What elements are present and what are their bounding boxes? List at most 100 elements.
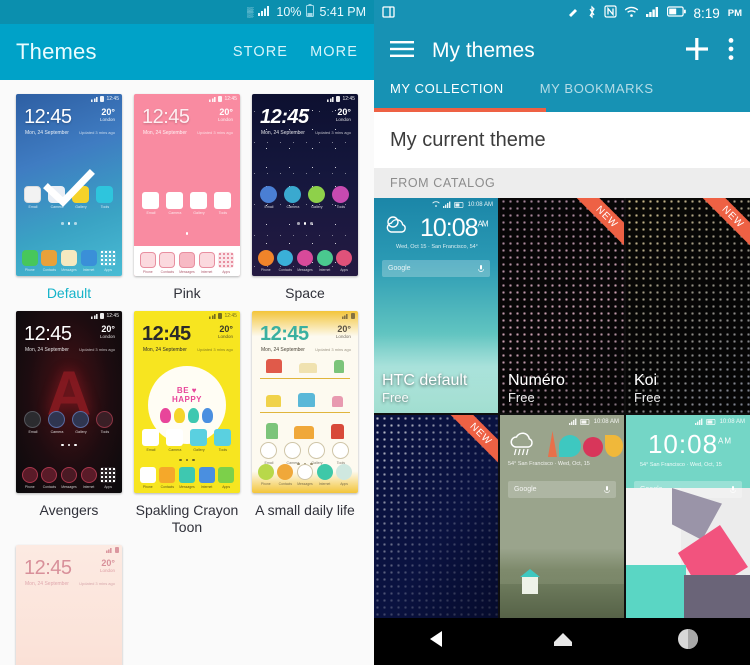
hamburger-menu-icon[interactable] xyxy=(390,40,414,63)
google-search-bar[interactable]: Google xyxy=(382,260,490,277)
theme-card-partial[interactable]: 12:45 Mon, 24 September 20° London Update… xyxy=(10,539,128,665)
google-search-bar[interactable]: Google xyxy=(507,481,616,498)
theme-card-crayon-toon[interactable]: 12:45 12:45 Mon, 24 September 20° London … xyxy=(128,305,246,539)
mini-updated: Updated 3 mins ago xyxy=(79,346,115,352)
mini-app-row: Email Camera Gallery Tools xyxy=(252,186,358,209)
weather-cloud-sun-icon xyxy=(386,216,406,233)
catalog-item-price: Free xyxy=(382,390,409,405)
mini-clock: 12:45 xyxy=(259,106,309,128)
catalog-item-blue-dots[interactable]: NEW xyxy=(374,415,498,630)
catalog-item-label: HTC default Free xyxy=(382,372,467,405)
mini-app-row: Email Camera Gallery Tools xyxy=(134,192,240,215)
catalog-item-numero[interactable]: NEW Numéro Free xyxy=(499,198,624,413)
mini-dock: Phone Contacts Messages Internet Apps xyxy=(133,246,240,276)
catalog-grid: 10:08 AM 10:08AM Wed, Oct 15 · San Franc… xyxy=(374,198,750,630)
theme-thumbnail[interactable]: 12:45 12:45 Mon, 24 September 20° London … xyxy=(133,310,240,493)
theme-label: Space xyxy=(285,285,325,301)
mini-clock: 12:45 xyxy=(141,322,191,345)
mini-status-bar: 12:45 xyxy=(327,96,355,102)
mini-status-bar: 12:45 xyxy=(209,312,237,319)
mini-status-bar: 12:45 xyxy=(209,96,237,102)
theme-thumbnail[interactable]: 12:45 Mon, 24 September 20° London Update… xyxy=(16,544,122,665)
recents-button[interactable] xyxy=(676,627,700,656)
home-button[interactable] xyxy=(550,628,576,655)
mini-date: Mon, 24 September xyxy=(260,346,305,353)
kitchen-art-row-1 xyxy=(258,358,352,373)
catalog-item-geometric[interactable]: 10:08 AM 10:08AM 54° San Francisco · Wed… xyxy=(625,415,750,630)
catalog-item-name: Numéro xyxy=(507,371,565,389)
mini-updated: Updated 3 mins ago xyxy=(197,346,233,352)
tab-my-bookmarks[interactable]: MY BOOKMARKS xyxy=(540,76,654,96)
theme-card-pink[interactable]: 12:45 12:45 Mon, 24 September 20° London … xyxy=(128,88,246,305)
overflow-menu-icon[interactable] xyxy=(728,37,734,66)
catalog-section-header: FROM CATALOG xyxy=(374,168,750,198)
mute-icon xyxy=(567,5,580,21)
mini-updated: Updated 3 mins ago xyxy=(79,130,115,135)
mini-updated: Updated 3 mins ago xyxy=(79,580,115,586)
weather-rain-icon xyxy=(510,432,533,456)
mini-dock: Phone Contacts Messages Internet Apps xyxy=(16,466,122,489)
mini-clock: 12:45 xyxy=(259,322,309,345)
bluetooth-icon xyxy=(587,5,597,22)
mini-weather: 20° London xyxy=(217,107,233,122)
mini-weather: 20° London xyxy=(99,107,115,122)
page-dots xyxy=(16,222,122,225)
current-theme-row[interactable]: My current theme xyxy=(374,112,750,168)
theme-thumbnail[interactable]: A 12:45 12:45 Mon, 24 September 20° Londo… xyxy=(16,310,122,493)
theme-card-avengers[interactable]: A 12:45 12:45 Mon, 24 September 20° Londo… xyxy=(10,305,128,539)
left-status-bar: ▒ 10% 5:41 PM xyxy=(0,0,374,24)
theme-card-small-daily-life[interactable]: 12:45 Mon, 24 September 20° London Update… xyxy=(246,305,364,539)
mini-date: Mon, 24 September xyxy=(25,346,69,353)
mini-weather: 20° London xyxy=(335,107,351,122)
back-button[interactable] xyxy=(424,628,450,655)
mini-status-bar: 12:45 xyxy=(91,312,119,319)
mini-weather: 20° London xyxy=(99,323,115,339)
mini-clock: 12:45 xyxy=(24,556,72,579)
mini-weather-sub: Wed, Oct 15 · San Francisco, 54° xyxy=(396,244,478,250)
catalog-item-price: Free xyxy=(507,390,535,405)
mini-weather: 20° London xyxy=(99,557,115,573)
mini-clock: 12:45 xyxy=(141,106,190,128)
mini-app-row: Email Camera Gallery Tools xyxy=(252,441,358,465)
catalog-item-label: Koi Free xyxy=(634,372,661,405)
mini-updated: Updated 3 mins ago xyxy=(315,346,351,352)
themes-scroll-area[interactable]: 12:45 12:45 Mon, 24 September 20° London … xyxy=(0,80,374,665)
catalog-item-sage[interactable]: 10:08 AM 54° San Francisco · Wed, Oct, 1… xyxy=(499,415,624,630)
theme-card-space[interactable]: 12:45 12:45 Mon, 24 September 20° London … xyxy=(246,88,364,305)
mini-date: Mon, 24 September xyxy=(260,130,305,136)
wifi-icon xyxy=(624,6,639,21)
mic-icon xyxy=(478,264,484,272)
shelf-line xyxy=(259,411,350,413)
catalog-item-price: Free xyxy=(633,390,661,405)
themes-grid: 12:45 12:45 Mon, 24 September 20° London … xyxy=(10,88,364,665)
mini-date: Mon, 24 September xyxy=(25,580,69,587)
android-navigation-bar xyxy=(374,618,750,665)
mini-date: Mon, 24 September xyxy=(25,130,69,136)
store-button[interactable]: STORE xyxy=(233,44,288,60)
more-button[interactable]: MORE xyxy=(310,44,358,60)
theme-thumbnail[interactable]: 12:45 Mon, 24 September 20° London Update… xyxy=(251,310,358,493)
theme-thumbnail[interactable]: 12:45 12:45 Mon, 24 September 20° London … xyxy=(133,94,240,276)
right-status-bar: 8:19 PM xyxy=(374,0,750,26)
add-theme-button[interactable] xyxy=(684,36,710,67)
theme-thumbnail[interactable]: 12:45 12:45 Mon, 24 September 20° London … xyxy=(251,94,358,276)
mini-dock: Phone Contacts Messages Internet Apps xyxy=(16,250,122,272)
battery-icon xyxy=(306,4,315,20)
page-dots xyxy=(134,458,240,461)
tab-my-collection[interactable]: MY COLLECTION xyxy=(390,76,504,96)
catalog-item-htc-default[interactable]: 10:08 AM 10:08AM Wed, Oct 15 · San Franc… xyxy=(374,198,498,413)
catalog-thumbnail: 10:08 AM 54° San Francisco · Wed, Oct, 1… xyxy=(499,415,624,630)
mini-weather: 20° London xyxy=(335,323,351,339)
theme-thumbnail[interactable]: 12:45 12:45 Mon, 24 September 20° London … xyxy=(16,94,122,276)
mini-dock: Phone Contacts Messages Internet Apps xyxy=(252,463,358,486)
geometric-art xyxy=(625,415,750,630)
mini-app-row: Email Camera Gallery Tools xyxy=(16,410,122,434)
catalog-item-name: Koi xyxy=(633,371,658,389)
mini-status-bar xyxy=(341,312,355,319)
mini-status-bar: 12:45 xyxy=(91,96,119,102)
catalog-item-name: HTC default xyxy=(382,371,468,389)
theme-card-default[interactable]: 12:45 12:45 Mon, 24 September 20° London … xyxy=(10,88,128,305)
left-app-bar: Themes STORE MORE xyxy=(0,24,374,80)
catalog-item-koi[interactable]: NEW Koi Free xyxy=(625,198,750,413)
mini-status-bar: 10:08 AM xyxy=(431,201,493,208)
